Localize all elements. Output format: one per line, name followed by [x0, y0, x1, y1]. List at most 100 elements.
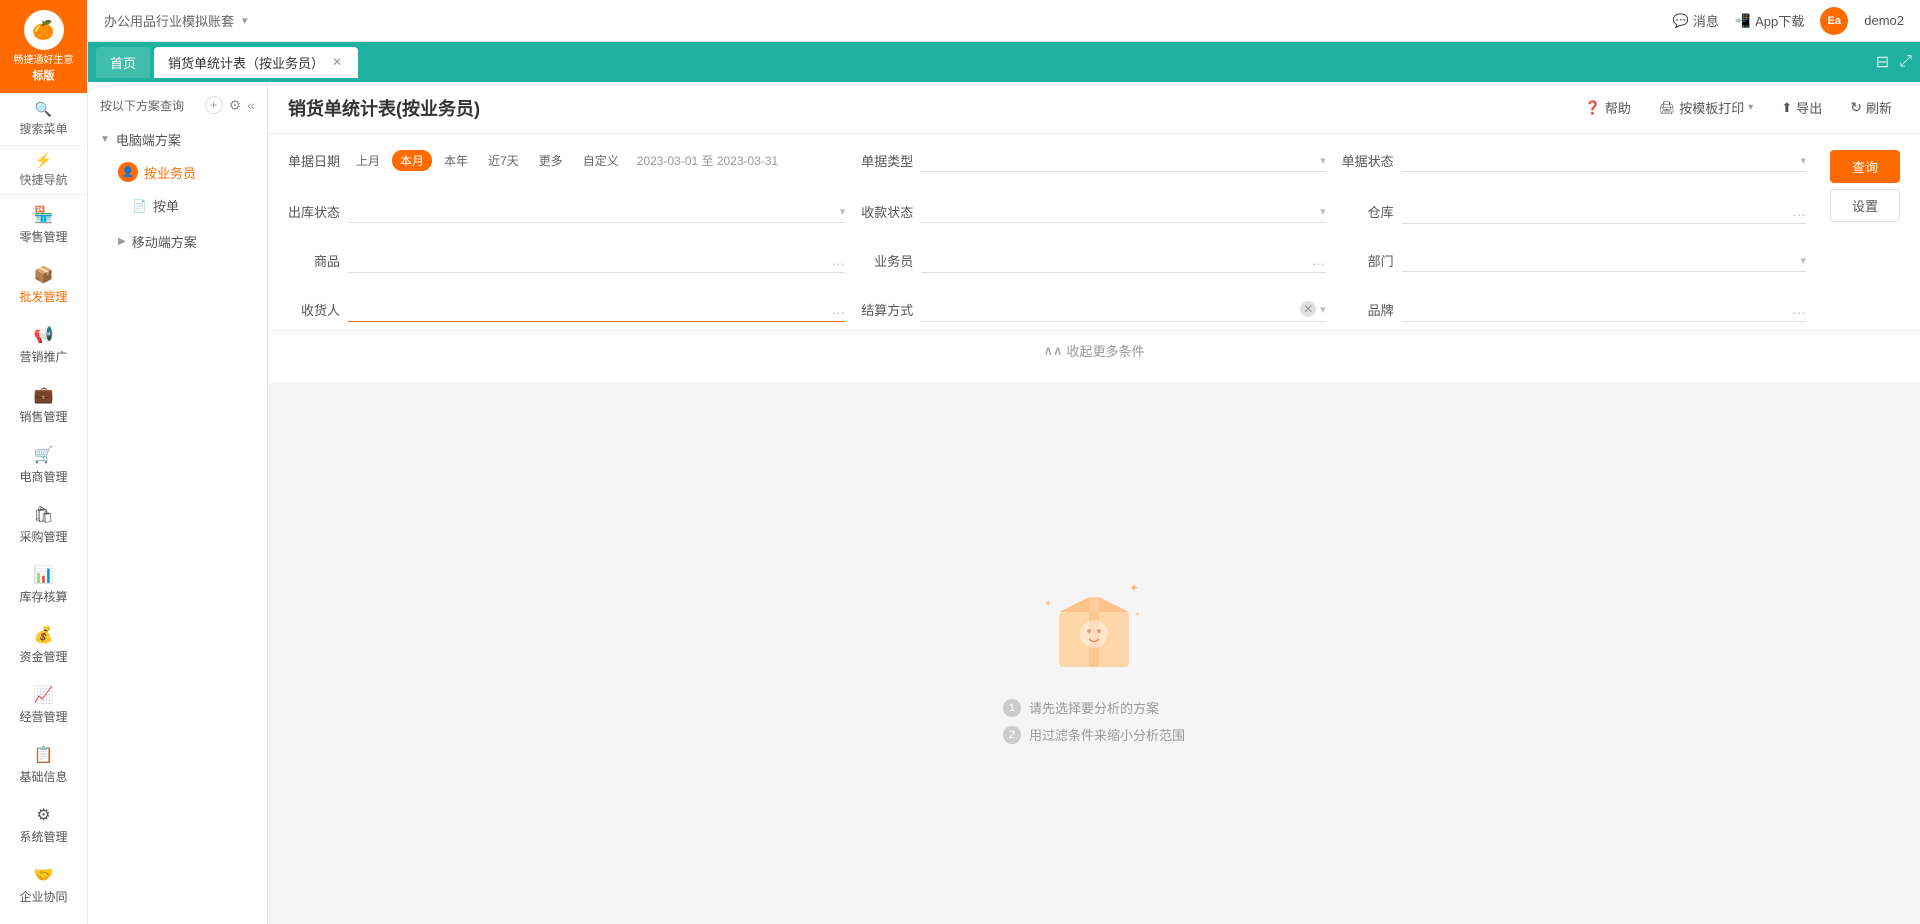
doc-status-control[interactable]: ▾ — [1402, 150, 1806, 172]
collapse-btn[interactable]: ∧∧ 收起更多条件 — [1031, 337, 1156, 364]
print-icon: 🖨 — [1659, 100, 1676, 116]
header-dropdown-arrow[interactable]: ▾ — [242, 14, 248, 27]
filter-recipient-item: 收货人 … — [288, 297, 845, 322]
left-panel-item-salesperson[interactable]: 👤 按业务员 — [88, 155, 267, 189]
payment-status-control[interactable]: ▾ — [921, 201, 1325, 223]
sidebar-item-operations[interactable]: 📈 经营管理 — [0, 675, 87, 735]
left-panel-desktop-section: ▼ 电脑端方案 👤 按业务员 📄 按单 — [88, 124, 267, 222]
wholesale-icon: 📦 — [34, 265, 54, 285]
doc-status-dropdown-icon[interactable]: ▾ — [1800, 154, 1806, 167]
payment-status-dropdown-icon[interactable]: ▾ — [1320, 205, 1326, 218]
sidebar-item-basic[interactable]: 📋 基础信息 — [0, 735, 87, 795]
purchase-icon: 🛍 — [33, 505, 53, 525]
filter-row-3: 商品 … 业务员 … — [288, 248, 1806, 273]
date-tab-current-year[interactable]: 本年 — [436, 150, 476, 171]
query-button[interactable]: 查询 — [1830, 150, 1900, 183]
ecommerce-icon: 🛒 — [34, 445, 54, 465]
brand-control[interactable]: … — [1402, 297, 1806, 322]
system-icon: ⚙ — [36, 805, 50, 825]
warehouse-control[interactable]: … — [1402, 199, 1806, 224]
filter-area: 单据日期 上月 本月 本年 近7天 更多 — [268, 134, 1920, 382]
date-tab-current-month[interactable]: 本月 — [392, 150, 432, 171]
salesperson-more-icon[interactable]: … — [1312, 252, 1326, 268]
left-panel-mobile-header[interactable]: ▶ 移动端方案 — [88, 226, 267, 257]
sidebar-item-purchase[interactable]: 🛍 采购管理 — [0, 495, 87, 555]
department-control[interactable]: ▾ — [1402, 250, 1806, 272]
message-btn[interactable]: 💬 消息 — [1673, 11, 1719, 30]
settings-scheme-icon[interactable]: ⚙ — [229, 97, 242, 114]
date-filter: 上月 本月 本年 近7天 更多 自定义 2023-03-01 至 2023-03… — [348, 150, 778, 171]
recipient-more-icon[interactable]: … — [831, 301, 845, 317]
page-header-actions: ❓ 帮助 🖨 按模板打印 ▾ ⬆ 导出 ↻ — [1577, 94, 1900, 121]
date-tab-prev-month[interactable]: 上月 — [348, 150, 388, 171]
product-control[interactable]: … — [348, 248, 845, 273]
export-btn[interactable]: ⬆ 导出 — [1773, 94, 1830, 121]
refresh-btn[interactable]: ↻ 刷新 — [1842, 94, 1900, 121]
department-label: 部门 — [1342, 251, 1394, 270]
sidebar-nav: 🏪 零售管理 📦 批发管理 📢 营销推广 💼 销售管理 🛒 电商管理 🛍 采购管… — [0, 195, 87, 924]
user-name[interactable]: demo2 — [1864, 13, 1904, 28]
doc-type-dropdown-icon[interactable]: ▾ — [1320, 154, 1326, 167]
sidebar-item-retail[interactable]: 🏪 零售管理 — [0, 195, 87, 255]
sidebar-item-system[interactable]: ⚙ 系统管理 — [0, 795, 87, 855]
shortcut-label: 快捷导航 — [19, 173, 67, 187]
tab-home[interactable]: 首页 — [96, 47, 150, 78]
header-right: 💬 消息 📲 App下载 Ea demo2 — [1673, 7, 1904, 35]
settlement-clear-icon[interactable]: ✕ — [1300, 301, 1316, 317]
tab-sales-stat[interactable]: 销货单统计表（按业务员） ✕ — [154, 47, 358, 78]
brand-label: 品牌 — [1342, 300, 1394, 319]
sidebar-shortcut[interactable]: ⚡ 快捷导航 — [0, 146, 87, 195]
help-btn[interactable]: ❓ 帮助 — [1577, 94, 1639, 121]
svg-text:✦: ✦ — [1044, 599, 1052, 610]
sidebar-item-wholesale[interactable]: 📦 批发管理 — [0, 255, 87, 315]
sidebar-item-marketing[interactable]: 📢 营销推广 — [0, 315, 87, 375]
sidebar-item-finance[interactable]: 💰 资金管理 — [0, 615, 87, 675]
app-download-btn[interactable]: 📲 App下载 — [1735, 11, 1804, 30]
help-icon: ❓ — [1585, 100, 1601, 116]
collapse-up-icon: ∧∧ — [1043, 343, 1062, 359]
template-print-btn[interactable]: 🖨 按模板打印 ▾ — [1651, 94, 1762, 121]
tab-minimize-icon[interactable]: ⊟ — [1876, 52, 1889, 72]
date-tab-custom[interactable]: 自定义 — [575, 150, 627, 171]
mobile-arrow-icon: ▶ — [118, 236, 126, 247]
sidebar-item-ecommerce[interactable]: 🛒 电商管理 — [0, 435, 87, 495]
tab-expand-icon[interactable]: ⤢ — [1899, 53, 1912, 71]
message-icon: 💬 — [1673, 13, 1689, 29]
warehouse-more-icon[interactable]: … — [1792, 203, 1806, 219]
sidebar-item-enterprise[interactable]: 🤝 企业协同 — [0, 855, 87, 915]
print-dropdown-arrow[interactable]: ▾ — [1748, 102, 1753, 113]
salesperson-control[interactable]: … — [921, 248, 1325, 273]
sidebar-item-newbie[interactable]: 🎯 新手引导 — [0, 915, 87, 924]
sidebar-search[interactable]: 🔍 搜索菜单 — [0, 93, 87, 146]
main-area: 办公用品行业模拟账套 ▾ 💬 消息 📲 App下载 Ea demo2 首页 销货… — [88, 0, 1920, 924]
out-status-dropdown-icon[interactable]: ▾ — [840, 205, 846, 218]
collapse-panel-icon[interactable]: « — [247, 97, 255, 113]
filter-product-item: 商品 … — [288, 248, 845, 273]
tab-sales-label: 销货单统计表（按业务员） — [168, 53, 324, 72]
department-dropdown-icon[interactable]: ▾ — [1800, 254, 1806, 267]
sidebar-item-sales[interactable]: 💼 销售管理 — [0, 375, 87, 435]
date-tab-more[interactable]: 更多 — [531, 150, 571, 171]
basic-icon: 📋 — [34, 745, 54, 765]
page-header: 销货单统计表(按业务员) ❓ 帮助 🖨 按模板打印 ▾ ⬆ — [268, 82, 1920, 134]
out-status-control[interactable]: ▾ — [348, 201, 845, 223]
left-panel-desktop-header[interactable]: ▼ 电脑端方案 — [88, 124, 267, 155]
page-title: 销货单统计表(按业务员) — [288, 95, 480, 121]
sidebar-item-inventory[interactable]: 📊 库存核算 — [0, 555, 87, 615]
sidebar-logo[interactable]: 🍊 畅捷通好生意 标版 — [0, 0, 87, 93]
settlement-dropdown-icon[interactable]: ▾ — [1320, 303, 1326, 316]
tab-close-icon[interactable]: ✕ — [330, 55, 344, 69]
date-tab-last7[interactable]: 近7天 — [480, 150, 527, 171]
left-panel-item-order[interactable]: 📄 按单 — [88, 189, 267, 222]
finance-icon: 💰 — [34, 625, 54, 645]
settings-button[interactable]: 设置 — [1830, 189, 1900, 222]
product-more-icon[interactable]: … — [831, 252, 845, 268]
user-avatar[interactable]: Ea — [1820, 7, 1848, 35]
recipient-control[interactable]: … — [348, 297, 845, 322]
brand-more-icon[interactable]: … — [1792, 301, 1806, 317]
doc-type-control[interactable]: ▾ — [921, 150, 1325, 172]
action-btn-group: 查询 设置 — [1814, 146, 1900, 222]
export-icon: ⬆ — [1781, 100, 1792, 116]
template-print-label: 按模板打印 — [1679, 98, 1744, 117]
add-scheme-icon[interactable]: + — [205, 96, 223, 114]
